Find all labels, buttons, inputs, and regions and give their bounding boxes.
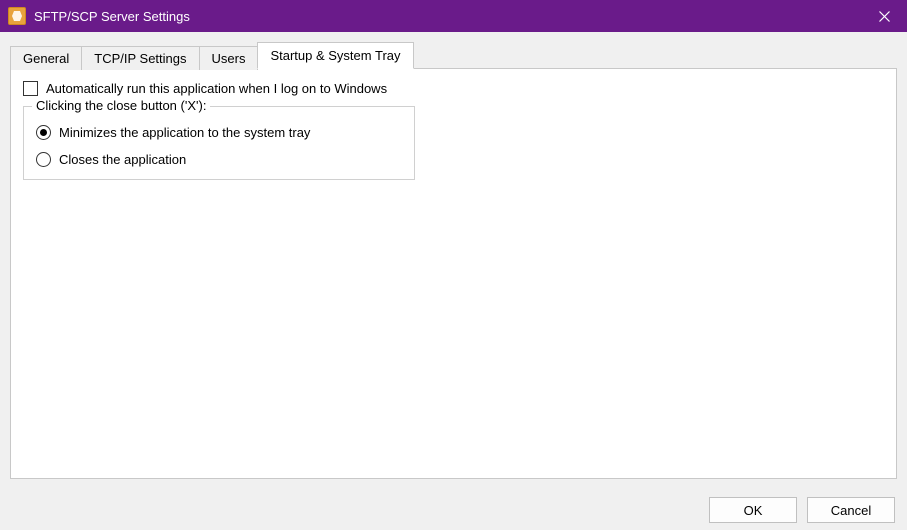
content-area: General TCP/IP Settings Users Startup & … [0,32,907,490]
window-title: SFTP/SCP Server Settings [34,9,861,24]
close-behavior-group: Clicking the close button ('X'): Minimiz… [23,106,415,180]
close-icon [879,11,890,22]
tab-panel-startup: Automatically run this application when … [10,68,897,479]
radio-minimize-label: Minimizes the application to the system … [59,125,310,140]
tab-label: Startup & System Tray [270,48,400,63]
tab-strip: General TCP/IP Settings Users Startup & … [10,42,897,69]
radio-minimize[interactable] [36,125,51,140]
tab-users[interactable]: Users [199,46,259,70]
cancel-button[interactable]: Cancel [807,497,895,523]
tab-general[interactable]: General [10,46,82,70]
radio-close[interactable] [36,152,51,167]
tab-tcpip[interactable]: TCP/IP Settings [81,46,199,70]
ok-button[interactable]: OK [709,497,797,523]
titlebar: SFTP/SCP Server Settings [0,0,907,32]
radio-close-row: Closes the application [36,152,402,167]
autorun-checkbox-row: Automatically run this application when … [23,81,884,96]
dialog-footer: OK Cancel [0,490,907,530]
radio-close-label: Closes the application [59,152,186,167]
close-behavior-legend: Clicking the close button ('X'): [32,98,210,113]
tab-container: General TCP/IP Settings Users Startup & … [10,42,897,480]
app-icon [8,7,26,25]
close-button[interactable] [861,0,907,32]
tab-label: Users [212,51,246,66]
tab-label: TCP/IP Settings [94,51,186,66]
autorun-checkbox[interactable] [23,81,38,96]
autorun-label: Automatically run this application when … [46,81,387,96]
radio-minimize-row: Minimizes the application to the system … [36,125,402,140]
tab-label: General [23,51,69,66]
tab-startup[interactable]: Startup & System Tray [257,42,413,69]
